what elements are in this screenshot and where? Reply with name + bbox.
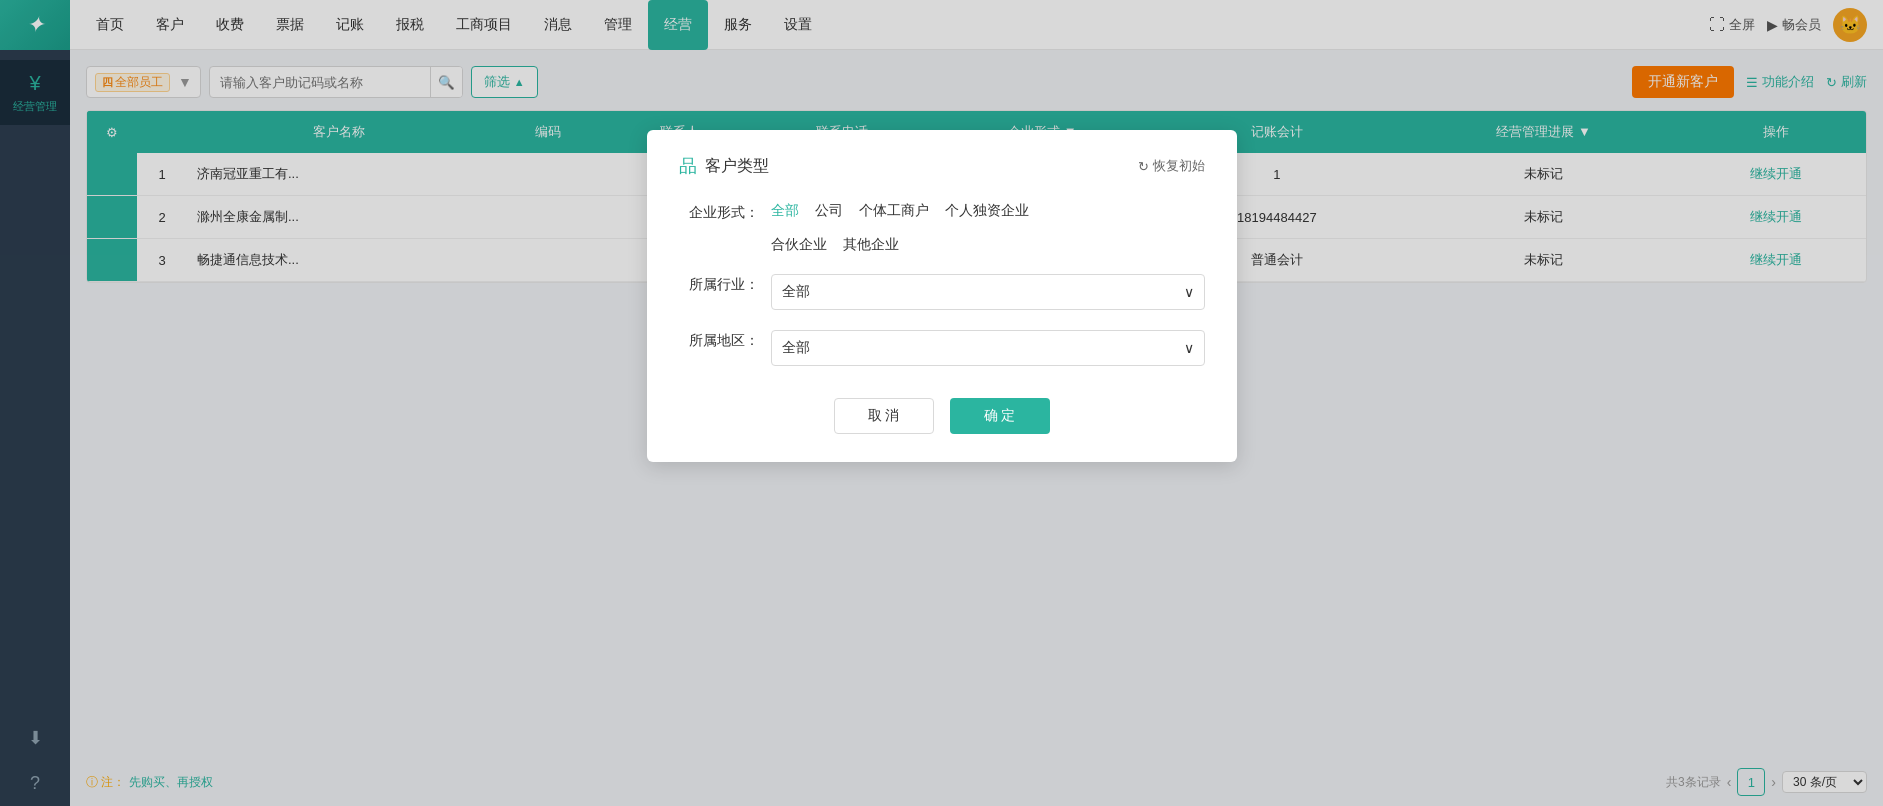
- enterprise-type-list: 全部公司个体工商户个人独资企业合伙企业其他企业: [771, 202, 1205, 254]
- region-chevron-icon: ∨: [1184, 340, 1194, 356]
- region-label: 所属地区：: [679, 330, 759, 350]
- region-select[interactable]: 全部 ∨: [771, 330, 1205, 366]
- region-row: 所属地区： 全部 ∨: [679, 330, 1205, 366]
- modal-overlay: 品 客户类型 ↻ 恢复初始 企业形式： 全部公司个体工商户个人独资企业合伙企业其…: [0, 0, 1883, 806]
- modal-header: 品 客户类型 ↻ 恢复初始: [679, 154, 1205, 178]
- enterprise-type-option-其他企业[interactable]: 其他企业: [843, 236, 899, 254]
- reset-button[interactable]: ↻ 恢复初始: [1138, 157, 1205, 175]
- industry-chevron-icon: ∨: [1184, 284, 1194, 300]
- enterprise-form-row: 企业形式： 全部公司个体工商户个人独资企业合伙企业其他企业: [679, 202, 1205, 254]
- enterprise-type-option-个人独资企业[interactable]: 个人独资企业: [945, 202, 1029, 220]
- enterprise-options: 全部公司个体工商户个人独资企业合伙企业其他企业: [771, 202, 1205, 254]
- cancel-button[interactable]: 取 消: [834, 398, 934, 434]
- enterprise-form-label: 企业形式：: [679, 202, 759, 222]
- enterprise-type-option-全部[interactable]: 全部: [771, 202, 799, 220]
- industry-label: 所属行业：: [679, 274, 759, 294]
- reset-icon: ↻: [1138, 159, 1149, 174]
- modal-title: 品 客户类型: [679, 154, 769, 178]
- customer-type-icon: 品: [679, 154, 697, 178]
- industry-row: 所属行业： 全部 ∨: [679, 274, 1205, 310]
- filter-modal: 品 客户类型 ↻ 恢复初始 企业形式： 全部公司个体工商户个人独资企业合伙企业其…: [647, 130, 1237, 462]
- modal-footer: 取 消 确 定: [679, 398, 1205, 434]
- region-select-wrapper: 全部 ∨: [771, 330, 1205, 366]
- enterprise-type-option-合伙企业[interactable]: 合伙企业: [771, 236, 827, 254]
- confirm-button[interactable]: 确 定: [950, 398, 1050, 434]
- enterprise-type-option-公司[interactable]: 公司: [815, 202, 843, 220]
- enterprise-type-option-个体工商户[interactable]: 个体工商户: [859, 202, 929, 220]
- industry-select[interactable]: 全部 ∨: [771, 274, 1205, 310]
- industry-select-wrapper: 全部 ∨: [771, 274, 1205, 310]
